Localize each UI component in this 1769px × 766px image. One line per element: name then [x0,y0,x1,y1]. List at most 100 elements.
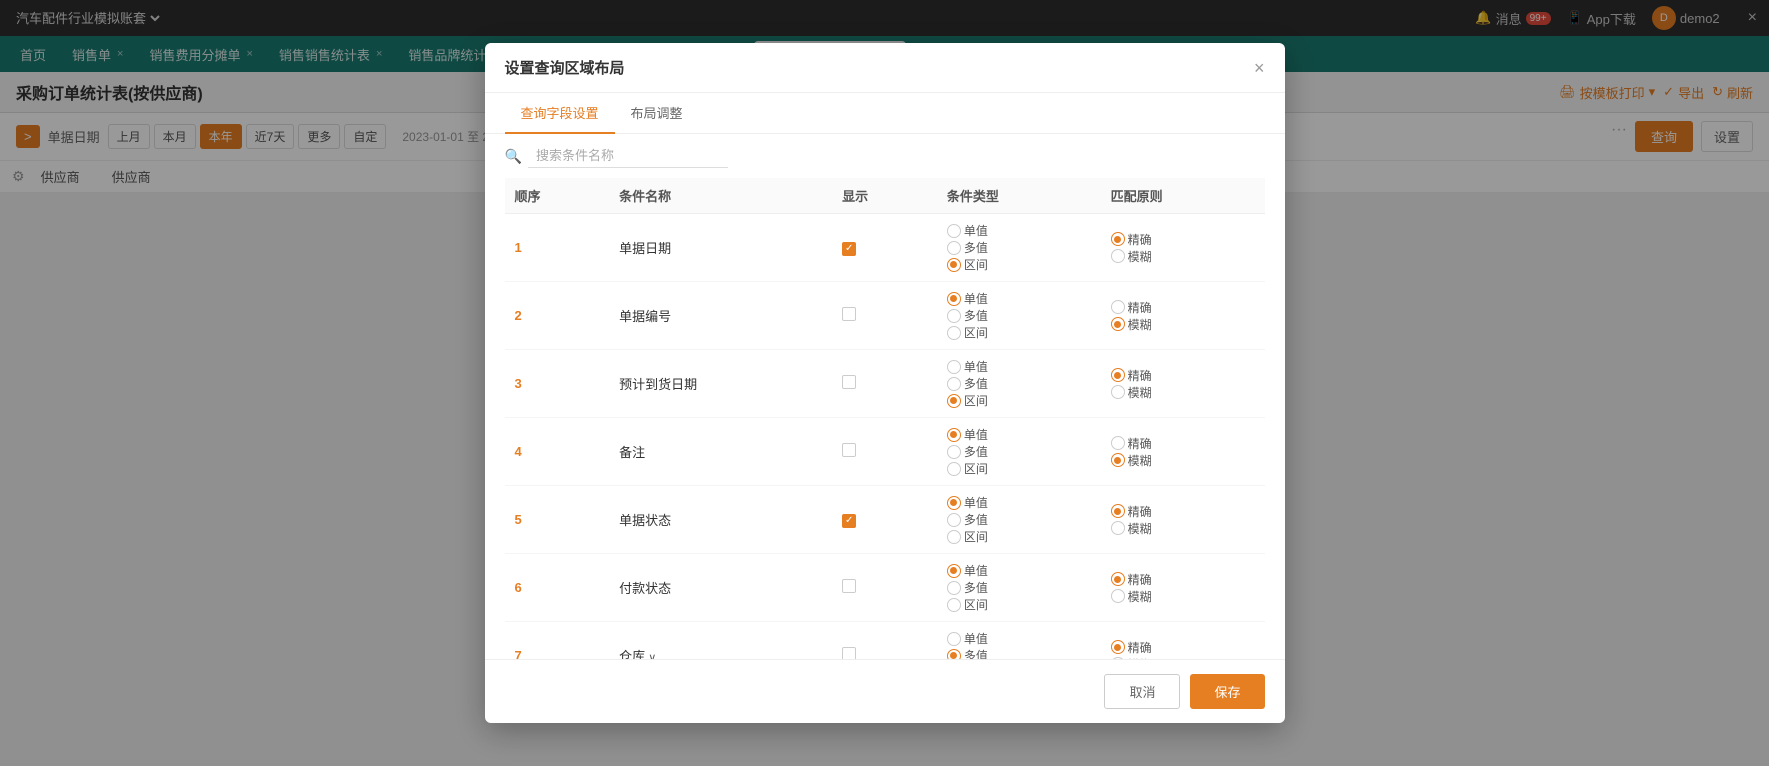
match-rule-cell: 精确模糊 [1101,350,1265,418]
radio-single-button[interactable] [947,632,961,646]
radio-multi-button[interactable] [947,581,961,595]
radio-match-fuzzy: 模糊 [1111,588,1247,605]
radio-match-fuzzy-button[interactable] [1111,385,1125,399]
radio-range-label: 区间 [964,460,988,477]
radio-type-multi: 多值 [947,647,1083,659]
radio-match-exact-button[interactable] [1111,504,1125,518]
modal-close-button[interactable]: × [1254,59,1265,77]
radio-single-button[interactable] [947,292,961,306]
radio-match-fuzzy-button[interactable] [1111,249,1125,263]
radio-range-button[interactable] [947,462,961,476]
radio-match-fuzzy-button[interactable] [1111,317,1125,331]
tab-query-fields[interactable]: 查询字段设置 [505,93,615,134]
radio-range-button[interactable] [947,394,961,408]
radio-single-button[interactable] [947,496,961,510]
radio-multi-label: 多值 [964,307,988,324]
modal-title: 设置查询区域布局 [505,57,625,78]
radio-match-exact-button[interactable] [1111,368,1125,382]
radio-multi-label: 多值 [964,375,988,392]
tab-query-fields-label: 查询字段设置 [521,106,599,121]
radio-match-exact-button[interactable] [1111,232,1125,246]
radio-match-exact: 精确 [1111,299,1247,316]
radio-type-multi: 多值 [947,443,1083,460]
display-checkbox[interactable] [842,579,856,593]
display-cell [832,282,937,350]
radio-multi-button[interactable] [947,309,961,323]
radio-multi-button[interactable] [947,513,961,527]
order-cell: 5 [505,486,610,554]
display-checkbox[interactable] [842,647,856,659]
table-row: 4备注单值多值区间精确模糊 [505,418,1265,486]
radio-match-fuzzy-button[interactable] [1111,453,1125,467]
conditions-table: 顺序 条件名称 显示 条件类型 匹配原则 1单据日期单值多值区间精确模糊2单据编… [505,178,1265,659]
radio-match-exact-label: 精确 [1128,231,1152,248]
condition-type-cell: 单值多值区间 [937,486,1101,554]
order-number: 5 [515,512,522,527]
match-rule-cell: 精确模糊 [1101,282,1265,350]
display-checkbox[interactable] [842,443,856,457]
dropdown-indicator-icon[interactable]: ∨ [645,652,656,659]
radio-type-range: 区间 [947,460,1083,477]
radio-multi-button[interactable] [947,377,961,391]
condition-name-cell: 单据编号 [609,282,832,350]
radio-match-exact-button[interactable] [1111,572,1125,586]
modal-overlay: 设置查询区域布局 × 查询字段设置 布局调整 🔍 顺序 条件名称 [0,0,1769,766]
radio-match-exact-label: 精确 [1128,503,1152,520]
condition-name-cell: 单据日期 [609,214,832,282]
radio-single-label: 单值 [964,358,988,375]
radio-match-fuzzy-label: 模糊 [1128,316,1152,333]
radio-type-single: 单值 [947,494,1083,511]
radio-match-fuzzy-button[interactable] [1111,589,1125,603]
radio-match-exact-button[interactable] [1111,300,1125,314]
radio-range-button[interactable] [947,258,961,272]
display-checkbox[interactable] [842,375,856,389]
radio-range-button[interactable] [947,598,961,612]
col-order-header: 顺序 [505,178,610,214]
radio-single-button[interactable] [947,428,961,442]
radio-single-button[interactable] [947,224,961,238]
display-checkbox[interactable] [842,514,856,528]
display-checkbox[interactable] [842,307,856,321]
search-input[interactable] [528,144,728,168]
modal-table-container: 顺序 条件名称 显示 条件类型 匹配原则 1单据日期单值多值区间精确模糊2单据编… [485,178,1285,659]
radio-single-label: 单值 [964,630,988,647]
radio-multi-label: 多值 [964,579,988,596]
radio-single-button[interactable] [947,564,961,578]
radio-match-fuzzy: 模糊 [1111,384,1247,401]
match-rule-cell: 精确模糊 [1101,418,1265,486]
order-cell: 4 [505,418,610,486]
radio-match-exact: 精确 [1111,435,1247,452]
radio-single-label: 单值 [964,562,988,579]
condition-name-cell: 仓库 ∨ [609,622,832,660]
radio-single-button[interactable] [947,360,961,374]
cancel-button[interactable]: 取消 [1104,674,1180,709]
radio-match-exact-label: 精确 [1128,299,1152,316]
radio-type-range: 区间 [947,324,1083,341]
radio-match-exact-button[interactable] [1111,640,1125,654]
order-cell: 7 [505,622,610,660]
radio-type-multi: 多值 [947,375,1083,392]
order-number: 7 [515,648,522,659]
tab-layout-adjust[interactable]: 布局调整 [615,93,699,134]
modal-footer: 取消 保存 [485,659,1285,723]
radio-range-label: 区间 [964,392,988,409]
radio-multi-button[interactable] [947,241,961,255]
radio-match-exact-button[interactable] [1111,436,1125,450]
radio-multi-button[interactable] [947,649,961,660]
save-button[interactable]: 保存 [1190,674,1264,709]
radio-type-single: 单值 [947,358,1083,375]
order-number: 4 [515,444,522,459]
display-cell [832,486,937,554]
radio-match-fuzzy-button[interactable] [1111,521,1125,535]
table-row: 7仓库 ∨单值多值区间精确模糊 [505,622,1265,660]
radio-match-exact-label: 精确 [1128,367,1152,384]
radio-type-single: 单值 [947,222,1083,239]
radio-multi-button[interactable] [947,445,961,459]
radio-range-label: 区间 [964,596,988,613]
radio-range-label: 区间 [964,256,988,273]
order-cell: 3 [505,350,610,418]
radio-range-button[interactable] [947,530,961,544]
display-checkbox[interactable] [842,242,856,256]
radio-range-button[interactable] [947,326,961,340]
radio-type-single: 单值 [947,630,1083,647]
